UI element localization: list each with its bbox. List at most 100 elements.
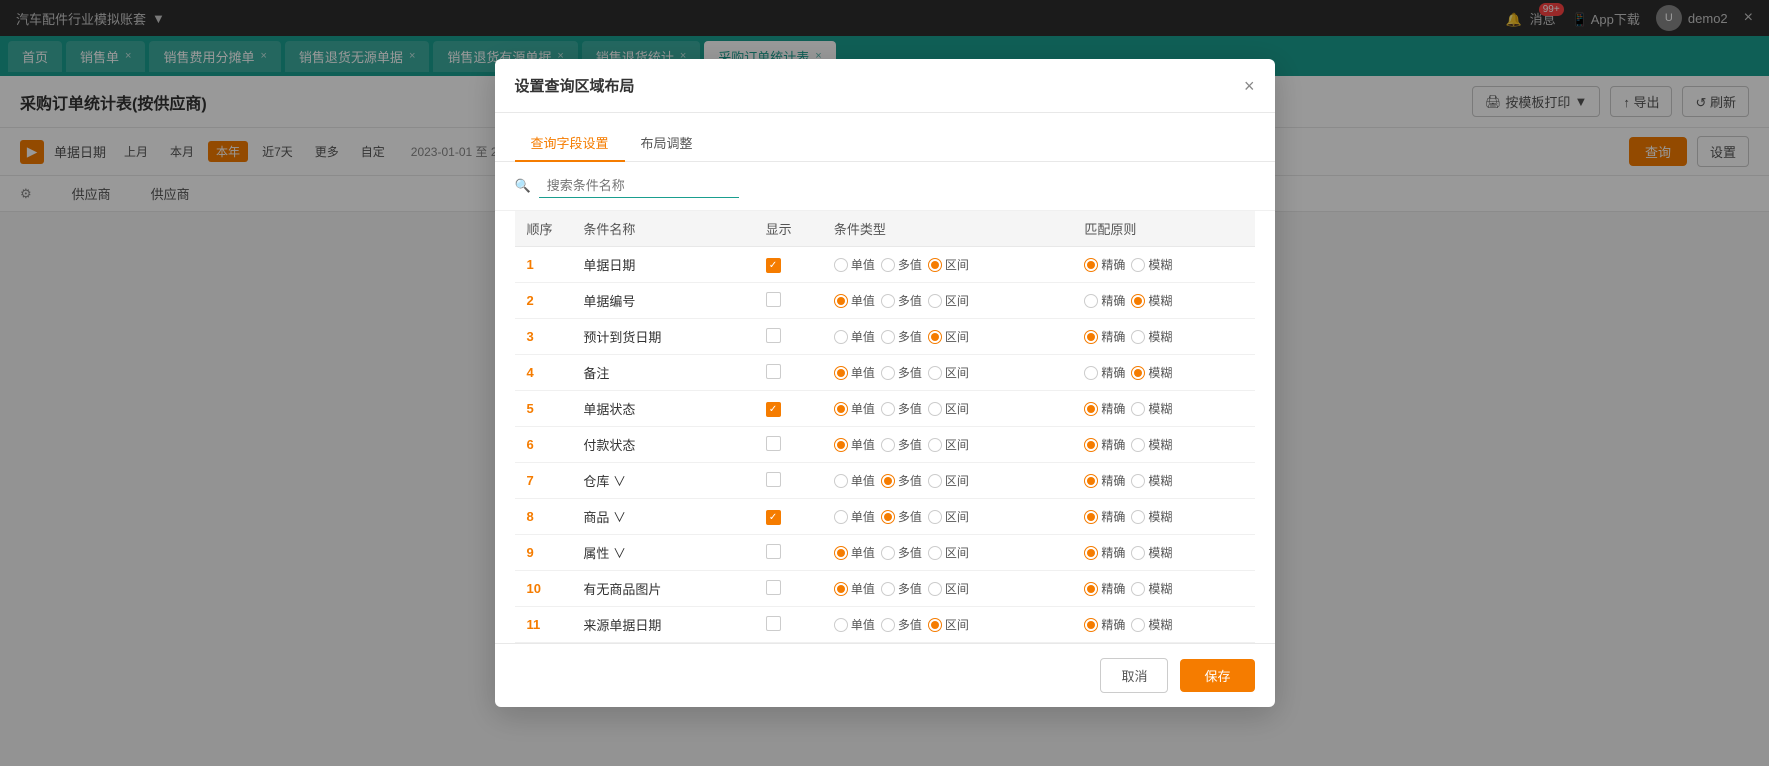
match-option-模糊[interactable]: 模糊 — [1131, 400, 1172, 417]
display-checkbox[interactable] — [766, 258, 781, 273]
type-option-区间[interactable]: 区间 — [928, 580, 969, 597]
display-checkbox[interactable] — [766, 472, 781, 487]
type-option-多值[interactable]: 多值 — [881, 364, 922, 381]
match-option-模糊[interactable]: 模糊 — [1131, 544, 1172, 561]
radio-label: 模糊 — [1148, 292, 1172, 309]
radio-label: 多值 — [898, 472, 922, 489]
type-option-单值[interactable]: 单值 — [834, 544, 875, 561]
cell-order: 10 — [515, 571, 572, 607]
type-option-区间[interactable]: 区间 — [928, 616, 969, 633]
cell-display — [754, 535, 822, 571]
table-row: 10有无商品图片单值多值区间精确模糊 — [515, 571, 1255, 607]
type-option-多值[interactable]: 多值 — [881, 328, 922, 345]
display-checkbox[interactable] — [766, 580, 781, 595]
type-option-区间[interactable]: 区间 — [928, 256, 969, 273]
display-checkbox[interactable] — [766, 510, 781, 525]
match-option-模糊[interactable]: 模糊 — [1131, 364, 1172, 381]
display-checkbox[interactable] — [766, 292, 781, 307]
radio-circle — [1084, 510, 1098, 524]
radio-label: 单值 — [851, 580, 875, 597]
type-option-多值[interactable]: 多值 — [881, 580, 922, 597]
order-number: 9 — [527, 545, 534, 560]
table-row: 8商品 ∨单值多值区间精确模糊 — [515, 499, 1255, 535]
table-row: 1单据日期单值多值区间精确模糊 — [515, 247, 1255, 283]
type-option-多值[interactable]: 多值 — [881, 544, 922, 561]
type-option-单值[interactable]: 单值 — [834, 400, 875, 417]
type-option-单值[interactable]: 单值 — [834, 328, 875, 345]
radio-label: 多值 — [898, 364, 922, 381]
match-option-精确[interactable]: 精确 — [1084, 580, 1125, 597]
match-option-精确[interactable]: 精确 — [1084, 256, 1125, 273]
type-option-单值[interactable]: 单值 — [834, 292, 875, 309]
display-checkbox[interactable] — [766, 402, 781, 417]
order-number: 4 — [527, 365, 534, 380]
match-option-模糊[interactable]: 模糊 — [1131, 580, 1172, 597]
table-row: 4备注单值多值区间精确模糊 — [515, 355, 1255, 391]
display-checkbox[interactable] — [766, 328, 781, 343]
type-option-多值[interactable]: 多值 — [881, 256, 922, 273]
match-option-精确[interactable]: 精确 — [1084, 544, 1125, 561]
radio-circle — [928, 258, 942, 272]
match-option-模糊[interactable]: 模糊 — [1131, 472, 1172, 489]
type-option-区间[interactable]: 区间 — [928, 508, 969, 525]
radio-circle — [928, 402, 942, 416]
match-option-精确[interactable]: 精确 — [1084, 616, 1125, 633]
type-option-单值[interactable]: 单值 — [834, 436, 875, 453]
type-option-区间[interactable]: 区间 — [928, 472, 969, 489]
radio-label: 区间 — [945, 256, 969, 273]
radio-label: 区间 — [945, 436, 969, 453]
type-option-多值[interactable]: 多值 — [881, 292, 922, 309]
radio-circle — [881, 546, 895, 560]
match-option-模糊[interactable]: 模糊 — [1131, 616, 1172, 633]
type-option-多值[interactable]: 多值 — [881, 400, 922, 417]
match-option-模糊[interactable]: 模糊 — [1131, 256, 1172, 273]
match-option-精确[interactable]: 精确 — [1084, 508, 1125, 525]
display-checkbox[interactable] — [766, 616, 781, 631]
cell-order: 11 — [515, 607, 572, 643]
match-option-模糊[interactable]: 模糊 — [1131, 436, 1172, 453]
display-checkbox[interactable] — [766, 544, 781, 559]
dialog-tab-query[interactable]: 查询字段设置 — [515, 125, 625, 162]
cell-match: 精确模糊 — [1072, 391, 1254, 427]
match-option-精确[interactable]: 精确 — [1084, 400, 1125, 417]
match-option-模糊[interactable]: 模糊 — [1131, 508, 1172, 525]
match-option-精确[interactable]: 精确 — [1084, 472, 1125, 489]
cancel-button[interactable]: 取消 — [1100, 658, 1168, 693]
type-option-区间[interactable]: 区间 — [928, 292, 969, 309]
match-option-模糊[interactable]: 模糊 — [1131, 328, 1172, 345]
display-checkbox[interactable] — [766, 364, 781, 379]
dialog-table-wrapper: 顺序 条件名称 显示 条件类型 匹配原则 1单据日期单值多值区间精确模糊2单据编… — [495, 211, 1275, 643]
th-display: 显示 — [754, 211, 822, 247]
cell-match: 精确模糊 — [1072, 535, 1254, 571]
match-option-精确[interactable]: 精确 — [1084, 292, 1125, 309]
type-option-单值[interactable]: 单值 — [834, 256, 875, 273]
type-option-单值[interactable]: 单值 — [834, 580, 875, 597]
cell-type: 单值多值区间 — [822, 535, 1072, 571]
type-option-区间[interactable]: 区间 — [928, 328, 969, 345]
search-input[interactable] — [539, 174, 739, 198]
type-option-多值[interactable]: 多值 — [881, 508, 922, 525]
type-option-单值[interactable]: 单值 — [834, 508, 875, 525]
type-option-区间[interactable]: 区间 — [928, 544, 969, 561]
match-option-精确[interactable]: 精确 — [1084, 364, 1125, 381]
type-option-单值[interactable]: 单值 — [834, 472, 875, 489]
match-option-模糊[interactable]: 模糊 — [1131, 292, 1172, 309]
type-option-区间[interactable]: 区间 — [928, 400, 969, 417]
type-option-区间[interactable]: 区间 — [928, 364, 969, 381]
display-checkbox[interactable] — [766, 436, 781, 451]
cell-type: 单值多值区间 — [822, 499, 1072, 535]
radio-label: 精确 — [1101, 580, 1125, 597]
dialog-tab-layout[interactable]: 布局调整 — [625, 125, 709, 162]
type-option-多值[interactable]: 多值 — [881, 616, 922, 633]
type-option-多值[interactable]: 多值 — [881, 436, 922, 453]
type-option-单值[interactable]: 单值 — [834, 364, 875, 381]
match-option-精确[interactable]: 精确 — [1084, 436, 1125, 453]
cell-order: 1 — [515, 247, 572, 283]
radio-label: 单值 — [851, 544, 875, 561]
type-option-区间[interactable]: 区间 — [928, 436, 969, 453]
dialog-close-button[interactable]: × — [1244, 77, 1255, 95]
save-button[interactable]: 保存 — [1180, 659, 1254, 692]
type-option-单值[interactable]: 单值 — [834, 616, 875, 633]
type-option-多值[interactable]: 多值 — [881, 472, 922, 489]
match-option-精确[interactable]: 精确 — [1084, 328, 1125, 345]
